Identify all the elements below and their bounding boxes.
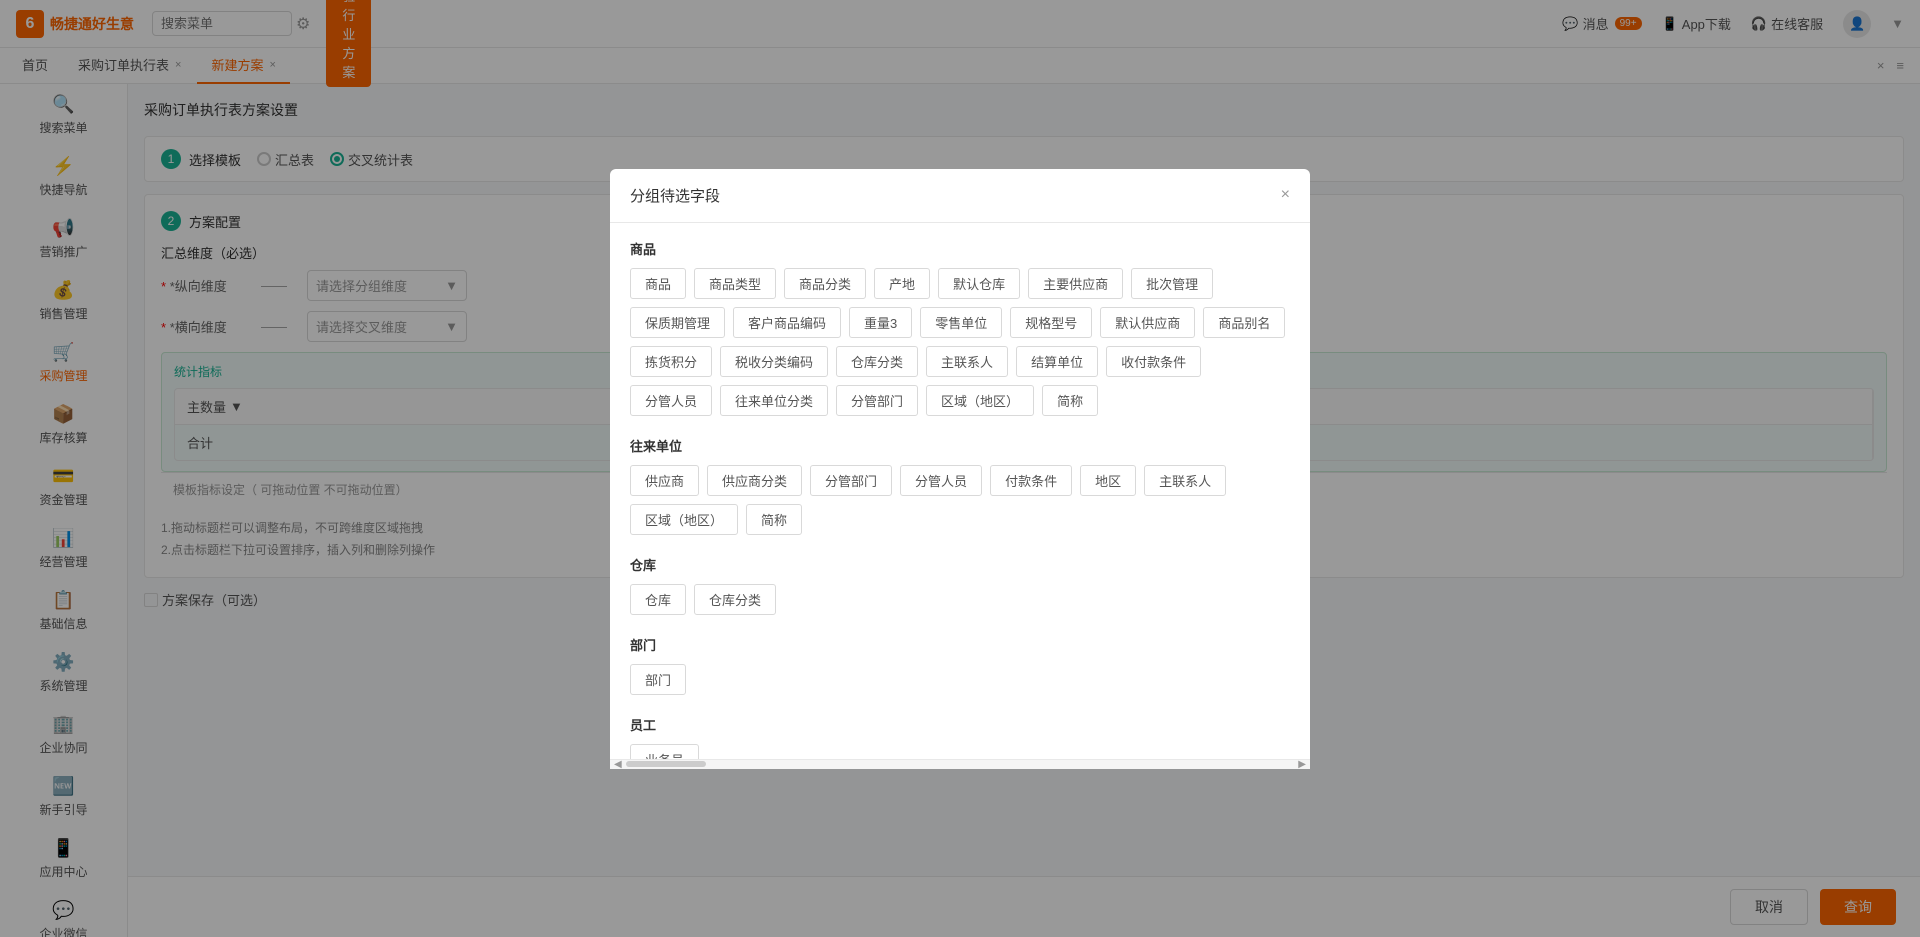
field-tag[interactable]: 收付款条件: [1106, 346, 1201, 377]
field-tag[interactable]: 简称: [746, 504, 802, 535]
field-tag[interactable]: 业务员: [630, 744, 699, 759]
field-group-warehouse: 仓库 仓库 仓库分类: [630, 555, 1290, 615]
field-group-goods-title: 商品: [630, 239, 1290, 258]
field-tag[interactable]: 商品分类: [784, 268, 866, 299]
field-tag[interactable]: 分管部门: [810, 465, 892, 496]
staff-field-tags: 业务员: [630, 744, 1290, 759]
field-tag[interactable]: 地区: [1080, 465, 1136, 496]
field-tag[interactable]: 仓库: [630, 584, 686, 615]
field-group-goods: 商品 商品 商品类型 商品分类 产地 默认仓库 主要供应商 批次管理 保质期管理…: [630, 239, 1290, 416]
field-tag[interactable]: 区域（地区）: [926, 385, 1034, 416]
field-tag[interactable]: 默认供应商: [1100, 307, 1195, 338]
field-tag[interactable]: 仓库分类: [694, 584, 776, 615]
field-tag[interactable]: 主联系人: [926, 346, 1008, 377]
field-tag[interactable]: 供应商分类: [707, 465, 802, 496]
field-group-staff: 员工 业务员: [630, 715, 1290, 759]
field-tag[interactable]: 付款条件: [990, 465, 1072, 496]
field-tag[interactable]: 结算单位: [1016, 346, 1098, 377]
field-group-department-title: 部门: [630, 635, 1290, 654]
modal-horizontal-scrollbar[interactable]: ◀ ▶: [610, 759, 1310, 769]
field-group-staff-title: 员工: [630, 715, 1290, 734]
modal-close-button[interactable]: ×: [1281, 186, 1290, 204]
field-group-department: 部门 部门: [630, 635, 1290, 695]
partner-field-tags: 供应商 供应商分类 分管部门 分管人员 付款条件 地区 主联系人 区域（地区） …: [630, 465, 1290, 535]
field-tag[interactable]: 分管部门: [836, 385, 918, 416]
scroll-left-arrow[interactable]: ◀: [614, 759, 622, 770]
field-tag[interactable]: 简称: [1042, 385, 1098, 416]
field-tag[interactable]: 部门: [630, 664, 686, 695]
field-tag[interactable]: 商品: [630, 268, 686, 299]
warehouse-field-tags: 仓库 仓库分类: [630, 584, 1290, 615]
field-tag[interactable]: 商品别名: [1203, 307, 1285, 338]
field-tag[interactable]: 商品类型: [694, 268, 776, 299]
field-tag[interactable]: 客户商品编码: [733, 307, 841, 338]
department-field-tags: 部门: [630, 664, 1290, 695]
field-tag[interactable]: 产地: [874, 268, 930, 299]
modal-title: 分组待选字段: [630, 185, 720, 206]
field-group-partner: 往来单位 供应商 供应商分类 分管部门 分管人员 付款条件 地区 主联系人 区域…: [630, 436, 1290, 535]
modal-header: 分组待选字段 ×: [610, 169, 1310, 223]
modal-body: 商品 商品 商品类型 商品分类 产地 默认仓库 主要供应商 批次管理 保质期管理…: [610, 223, 1310, 759]
modal-dialog: 分组待选字段 × 商品 商品 商品类型 商品分类 产地 默认仓库 主要供应商 批…: [610, 169, 1310, 769]
field-tag[interactable]: 往来单位分类: [720, 385, 828, 416]
field-tag[interactable]: 分管人员: [630, 385, 712, 416]
field-tag[interactable]: 主要供应商: [1028, 268, 1123, 299]
field-tag[interactable]: 保质期管理: [630, 307, 725, 338]
field-tag[interactable]: 区域（地区）: [630, 504, 738, 535]
field-tag[interactable]: 批次管理: [1131, 268, 1213, 299]
field-tag[interactable]: 分管人员: [900, 465, 982, 496]
field-tag[interactable]: 拣货积分: [630, 346, 712, 377]
scroll-right-arrow[interactable]: ▶: [1298, 759, 1306, 770]
field-tag[interactable]: 仓库分类: [836, 346, 918, 377]
scrollbar-thumb[interactable]: [626, 761, 706, 767]
field-tag[interactable]: 供应商: [630, 465, 699, 496]
field-tag[interactable]: 税收分类编码: [720, 346, 828, 377]
goods-field-tags: 商品 商品类型 商品分类 产地 默认仓库 主要供应商 批次管理 保质期管理 客户…: [630, 268, 1290, 416]
modal-overlay[interactable]: 分组待选字段 × 商品 商品 商品类型 商品分类 产地 默认仓库 主要供应商 批…: [0, 0, 1920, 937]
field-group-warehouse-title: 仓库: [630, 555, 1290, 574]
field-tag[interactable]: 默认仓库: [938, 268, 1020, 299]
field-tag[interactable]: 规格型号: [1010, 307, 1092, 338]
field-tag[interactable]: 重量3: [849, 307, 912, 338]
field-group-partner-title: 往来单位: [630, 436, 1290, 455]
field-tag[interactable]: 主联系人: [1144, 465, 1226, 496]
field-tag[interactable]: 零售单位: [920, 307, 1002, 338]
